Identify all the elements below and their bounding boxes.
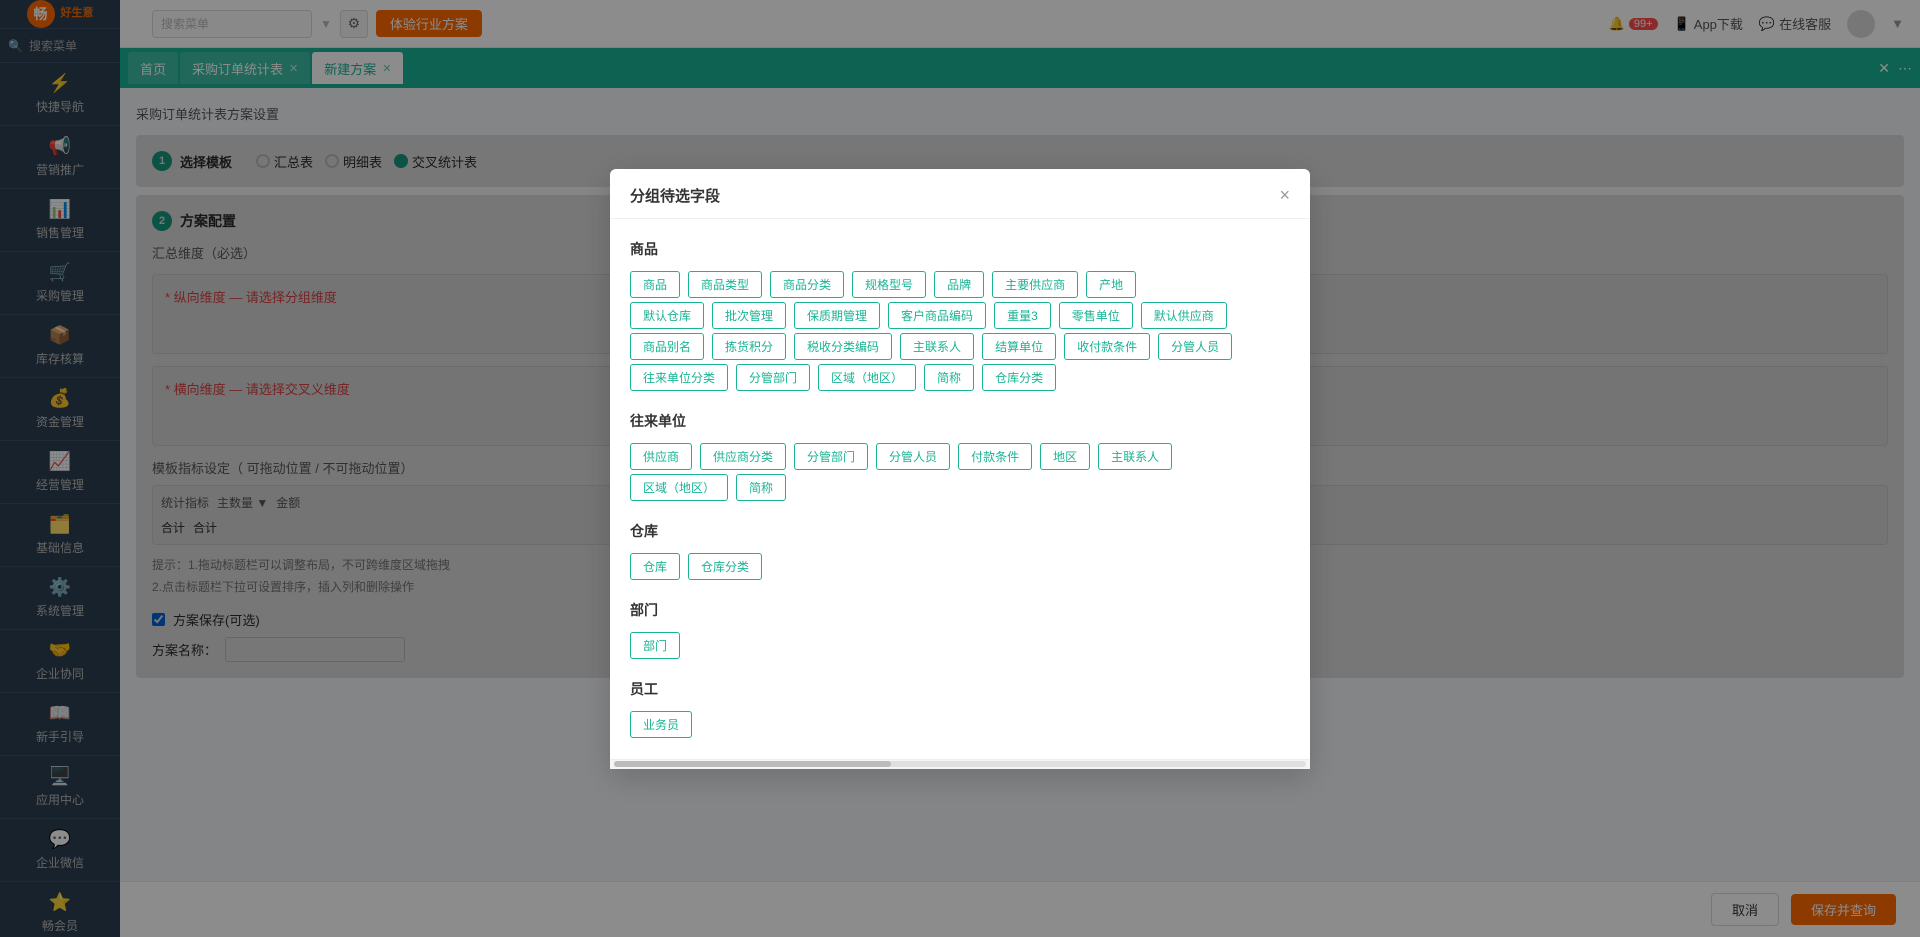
field-tag[interactable]: 主要供应商 xyxy=(992,271,1078,298)
field-tag[interactable]: 收付款条件 xyxy=(1064,333,1150,360)
field-tags-product-4: 往来单位分类 分管部门 区域（地区） 简称 仓库分类 xyxy=(630,364,1290,391)
field-tag[interactable]: 分管人员 xyxy=(1158,333,1232,360)
field-tags-dept: 部门 xyxy=(630,632,1290,659)
modal-close-btn[interactable]: × xyxy=(1279,186,1290,204)
field-tag[interactable]: 往来单位分类 xyxy=(630,364,728,391)
field-tag[interactable]: 业务员 xyxy=(630,711,692,738)
field-tag[interactable]: 分管部门 xyxy=(794,443,868,470)
field-tag[interactable]: 产地 xyxy=(1086,271,1136,298)
modal: 分组待选字段 × 商品 商品 商品类型 商品分类 规格型号 品牌 主要供应商 产… xyxy=(610,169,1310,769)
modal-title: 分组待选字段 xyxy=(630,185,720,206)
field-tag[interactable]: 商品类型 xyxy=(688,271,762,298)
field-tag[interactable]: 默认仓库 xyxy=(630,302,704,329)
field-tag[interactable]: 分管部门 xyxy=(736,364,810,391)
field-tag[interactable]: 地区 xyxy=(1040,443,1090,470)
modal-header: 分组待选字段 × xyxy=(610,169,1310,219)
field-tag[interactable]: 区域（地区） xyxy=(630,474,728,501)
field-tags-employee: 业务员 xyxy=(630,711,1290,738)
field-tag[interactable]: 商品 xyxy=(630,271,680,298)
group-title-dept: 部门 xyxy=(630,600,1290,620)
field-tag[interactable]: 结算单位 xyxy=(982,333,1056,360)
field-tag[interactable]: 供应商 xyxy=(630,443,692,470)
field-tag[interactable]: 重量3 xyxy=(994,302,1051,329)
field-tag[interactable]: 供应商分类 xyxy=(700,443,786,470)
field-tag[interactable]: 保质期管理 xyxy=(794,302,880,329)
field-tag[interactable]: 客户商品编码 xyxy=(888,302,986,329)
field-tag[interactable]: 主联系人 xyxy=(900,333,974,360)
field-tag[interactable]: 部门 xyxy=(630,632,680,659)
modal-overlay: 分组待选字段 × 商品 商品 商品类型 商品分类 规格型号 品牌 主要供应商 产… xyxy=(0,0,1920,937)
field-tag[interactable]: 简称 xyxy=(924,364,974,391)
field-tag[interactable]: 区域（地区） xyxy=(818,364,916,391)
modal-hscrollbar[interactable] xyxy=(610,759,1310,769)
field-tag[interactable]: 默认供应商 xyxy=(1141,302,1227,329)
group-title-partner: 往来单位 xyxy=(630,411,1290,431)
field-tag[interactable]: 仓库分类 xyxy=(688,553,762,580)
field-tag[interactable]: 商品分类 xyxy=(770,271,844,298)
field-tag[interactable]: 税收分类编码 xyxy=(794,333,892,360)
field-tag[interactable]: 规格型号 xyxy=(852,271,926,298)
field-tag[interactable]: 拣货积分 xyxy=(712,333,786,360)
field-tag[interactable]: 品牌 xyxy=(934,271,984,298)
field-tag[interactable]: 付款条件 xyxy=(958,443,1032,470)
field-tag[interactable]: 简称 xyxy=(736,474,786,501)
field-tag[interactable]: 仓库 xyxy=(630,553,680,580)
field-tag[interactable]: 主联系人 xyxy=(1098,443,1172,470)
field-tag[interactable]: 批次管理 xyxy=(712,302,786,329)
field-tags-product-2: 默认仓库 批次管理 保质期管理 客户商品编码 重量3 零售单位 默认供应商 xyxy=(630,302,1290,329)
group-title-employee: 员工 xyxy=(630,679,1290,699)
group-title-product: 商品 xyxy=(630,239,1290,259)
field-tag[interactable]: 商品别名 xyxy=(630,333,704,360)
field-tag[interactable]: 零售单位 xyxy=(1059,302,1133,329)
field-tags-warehouse: 仓库 仓库分类 xyxy=(630,553,1290,580)
field-tag[interactable]: 仓库分类 xyxy=(982,364,1056,391)
field-tag[interactable]: 分管人员 xyxy=(876,443,950,470)
field-tags-partner: 供应商 供应商分类 分管部门 分管人员 付款条件 地区 主联系人 xyxy=(630,443,1290,470)
field-tags-product-3: 商品别名 拣货积分 税收分类编码 主联系人 结算单位 收付款条件 分管人员 xyxy=(630,333,1290,360)
group-title-warehouse: 仓库 xyxy=(630,521,1290,541)
field-tags-product: 商品 商品类型 商品分类 规格型号 品牌 主要供应商 产地 xyxy=(630,271,1290,298)
modal-hscrollbar-track xyxy=(614,761,1306,767)
modal-hscrollbar-thumb xyxy=(614,761,891,767)
modal-body: 商品 商品 商品类型 商品分类 规格型号 品牌 主要供应商 产地 默认仓库 批次… xyxy=(610,219,1310,759)
field-tags-partner-2: 区域（地区） 简称 xyxy=(630,474,1290,501)
